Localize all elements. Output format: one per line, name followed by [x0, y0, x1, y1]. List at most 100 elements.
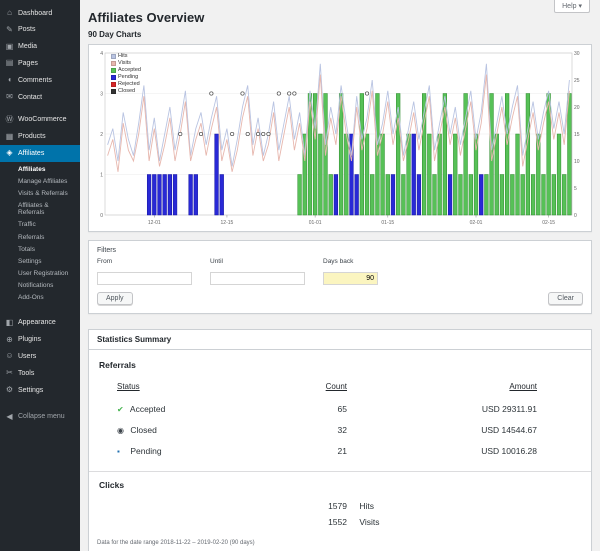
products-icon: ▦	[5, 133, 14, 142]
dashboard-icon: ⌂	[5, 9, 14, 18]
menu-label: Users	[18, 353, 36, 361]
legend-item-visits: Visits	[111, 60, 141, 66]
from-label: From	[97, 258, 192, 265]
menu-label: Manage Affiliates	[18, 178, 67, 185]
svg-text:10: 10	[574, 159, 580, 165]
sidebar-item-products[interactable]: ▦Products	[0, 129, 80, 146]
users-icon: ☺	[5, 352, 14, 361]
status-label: Pending	[130, 446, 161, 456]
svg-text:4: 4	[100, 51, 103, 57]
collapse-menu-icon: ◀	[5, 413, 14, 422]
menu-label: Plugins	[18, 336, 41, 344]
sidebar-item-plugins[interactable]: ⊕Plugins	[0, 332, 80, 349]
sidebar-item-posts[interactable]: ✎Posts	[0, 22, 80, 39]
sidebar-subitem-affiliates-referrals[interactable]: Affiliates & Referrals	[0, 200, 80, 219]
sidebar-item-tools[interactable]: ✂Tools	[0, 365, 80, 382]
legend-swatch	[111, 61, 116, 66]
statistics-panel: Statistics Summary Referrals Status Coun…	[88, 329, 592, 551]
sidebar-subitem-settings[interactable]: Settings	[0, 255, 80, 267]
svg-text:2: 2	[100, 132, 103, 138]
svg-text:01-01: 01-01	[309, 220, 322, 226]
visits-count: 1552	[117, 517, 347, 527]
menu-label: Affiliates	[18, 166, 45, 173]
legend-swatch	[111, 54, 116, 59]
svg-text:12-01: 12-01	[148, 220, 161, 226]
legend-item-accepted: Accepted	[111, 67, 141, 73]
legend-swatch	[111, 89, 116, 94]
menu-label: Affiliates & Referrals	[18, 202, 49, 216]
menu-label: Pages	[18, 60, 38, 68]
sidebar-item-pages[interactable]: ▤Pages	[0, 55, 80, 72]
apply-button[interactable]: Apply	[97, 292, 133, 305]
sidebar-item-woocommerce[interactable]: ⓌWooCommerce	[0, 112, 80, 129]
status-header[interactable]: Status	[117, 378, 277, 398]
legend-swatch	[111, 82, 116, 87]
sidebar-item-settings-main[interactable]: ⚙Settings	[0, 382, 80, 399]
menu-label: Affiliates	[18, 150, 44, 158]
sidebar-item-media[interactable]: ▣ Media	[0, 39, 80, 56]
clear-button[interactable]: Clear	[548, 292, 583, 305]
sidebar-item-comments[interactable]: ◖Comments	[0, 72, 80, 89]
menu-label: Add-Ons	[18, 294, 44, 301]
affiliates-submenu: Affiliates Manage Affiliates Visits & Refe…	[0, 162, 80, 309]
main-content: Help ▾ Affiliates Overview 90 Day Charts…	[80, 0, 600, 551]
help-label: Help	[562, 3, 576, 10]
sidebar-subitem-affiliates-overview[interactable]: Affiliates	[0, 163, 80, 175]
count-header[interactable]: Count	[277, 378, 347, 398]
hits-row: 1579 Hits	[117, 498, 583, 514]
wordpress-admin: ⌂Dashboard✎Posts ▣ Media ▤Pages◖Comments✉Co…	[0, 0, 600, 551]
sidebar-subitem-manage-affiliates[interactable]: Manage Affiliates	[0, 175, 80, 187]
clicks-title: Clicks	[97, 480, 583, 490]
tools-icon: ✂	[5, 369, 14, 378]
amount-value: USD 29311.91	[347, 398, 537, 419]
filters-panel: Filters From Until Days back Apply Clear	[88, 240, 592, 314]
table-row-pending: ▪ Pending 21 USD 10016.28	[117, 440, 537, 461]
sidebar-subitem-visits-referrals[interactable]: Visits & Referrals	[0, 187, 80, 199]
sidebar-subitem-user-registration[interactable]: User Registration	[0, 267, 80, 279]
help-dropdown[interactable]: Help ▾	[554, 0, 590, 13]
svg-text:1: 1	[100, 172, 103, 178]
status-label: Accepted	[130, 404, 165, 414]
table-row-closed: ◉ Closed 32 USD 14544.67	[117, 419, 537, 440]
amount-value: USD 10016.28	[347, 440, 537, 461]
sidebar-subitem-notifications[interactable]: Notifications	[0, 280, 80, 292]
affiliates-icon: ◈	[5, 149, 14, 158]
table-row-accepted: ✔ Accepted 65 USD 29311.91	[117, 398, 537, 419]
ninety-day-chart: 0123405101520253012-0112-1501-0101-1502-…	[93, 49, 587, 227]
closed-icon: ◉	[117, 426, 128, 435]
sidebar-subitem-referrals[interactable]: Referrals	[0, 231, 80, 243]
days-back-input[interactable]	[323, 272, 378, 285]
legend-swatch	[111, 75, 116, 80]
menu-label: Settings	[18, 258, 42, 265]
referrals-table: Status Count Amount ✔ Accepted 65	[117, 378, 537, 461]
page-title: Affiliates Overview	[88, 10, 592, 25]
days-back-label: Days back	[323, 258, 378, 265]
sidebar-subitem-add-ons[interactable]: Add-Ons	[0, 292, 80, 304]
count-value: 65	[277, 398, 347, 419]
svg-text:02-15: 02-15	[542, 220, 555, 226]
sidebar-item-contact[interactable]: ✉Contact	[0, 89, 80, 106]
sidebar-item-affiliates[interactable]: ◈ Affiliates	[0, 145, 80, 162]
media-icon: ▣	[5, 43, 14, 52]
sidebar-subitem-totals[interactable]: Totals	[0, 243, 80, 255]
svg-text:0: 0	[574, 213, 577, 219]
svg-text:15: 15	[574, 132, 580, 138]
hits-count: 1579	[117, 501, 347, 511]
menu-label: Media	[18, 43, 37, 51]
amount-header[interactable]: Amount	[347, 378, 537, 398]
sidebar-subitem-traffic[interactable]: Traffic	[0, 219, 80, 231]
until-input[interactable]	[210, 272, 305, 285]
legend-label: Pending	[118, 74, 138, 80]
legend-label: Hits	[118, 53, 127, 59]
sidebar-item-collapse-menu[interactable]: ◀Collapse menu	[0, 409, 80, 426]
menu-label: Appearance	[18, 319, 56, 327]
clicks-section: Clicks 1579 Hits 1552 Visits	[89, 471, 591, 534]
sidebar-item-users[interactable]: ☺ Users	[0, 348, 80, 365]
sidebar-item-appearance[interactable]: ◧Appearance	[0, 315, 80, 332]
section-title-90-day-charts: 90 Day Charts	[88, 30, 592, 39]
admin-sidebar: ⌂Dashboard✎Posts ▣ Media ▤Pages◖Comments✉Co…	[0, 0, 80, 551]
legend-item-rejected: Rejected	[111, 81, 141, 87]
from-input[interactable]	[97, 272, 192, 285]
status-label: Closed	[130, 425, 156, 435]
sidebar-item-dashboard[interactable]: ⌂Dashboard	[0, 5, 80, 22]
